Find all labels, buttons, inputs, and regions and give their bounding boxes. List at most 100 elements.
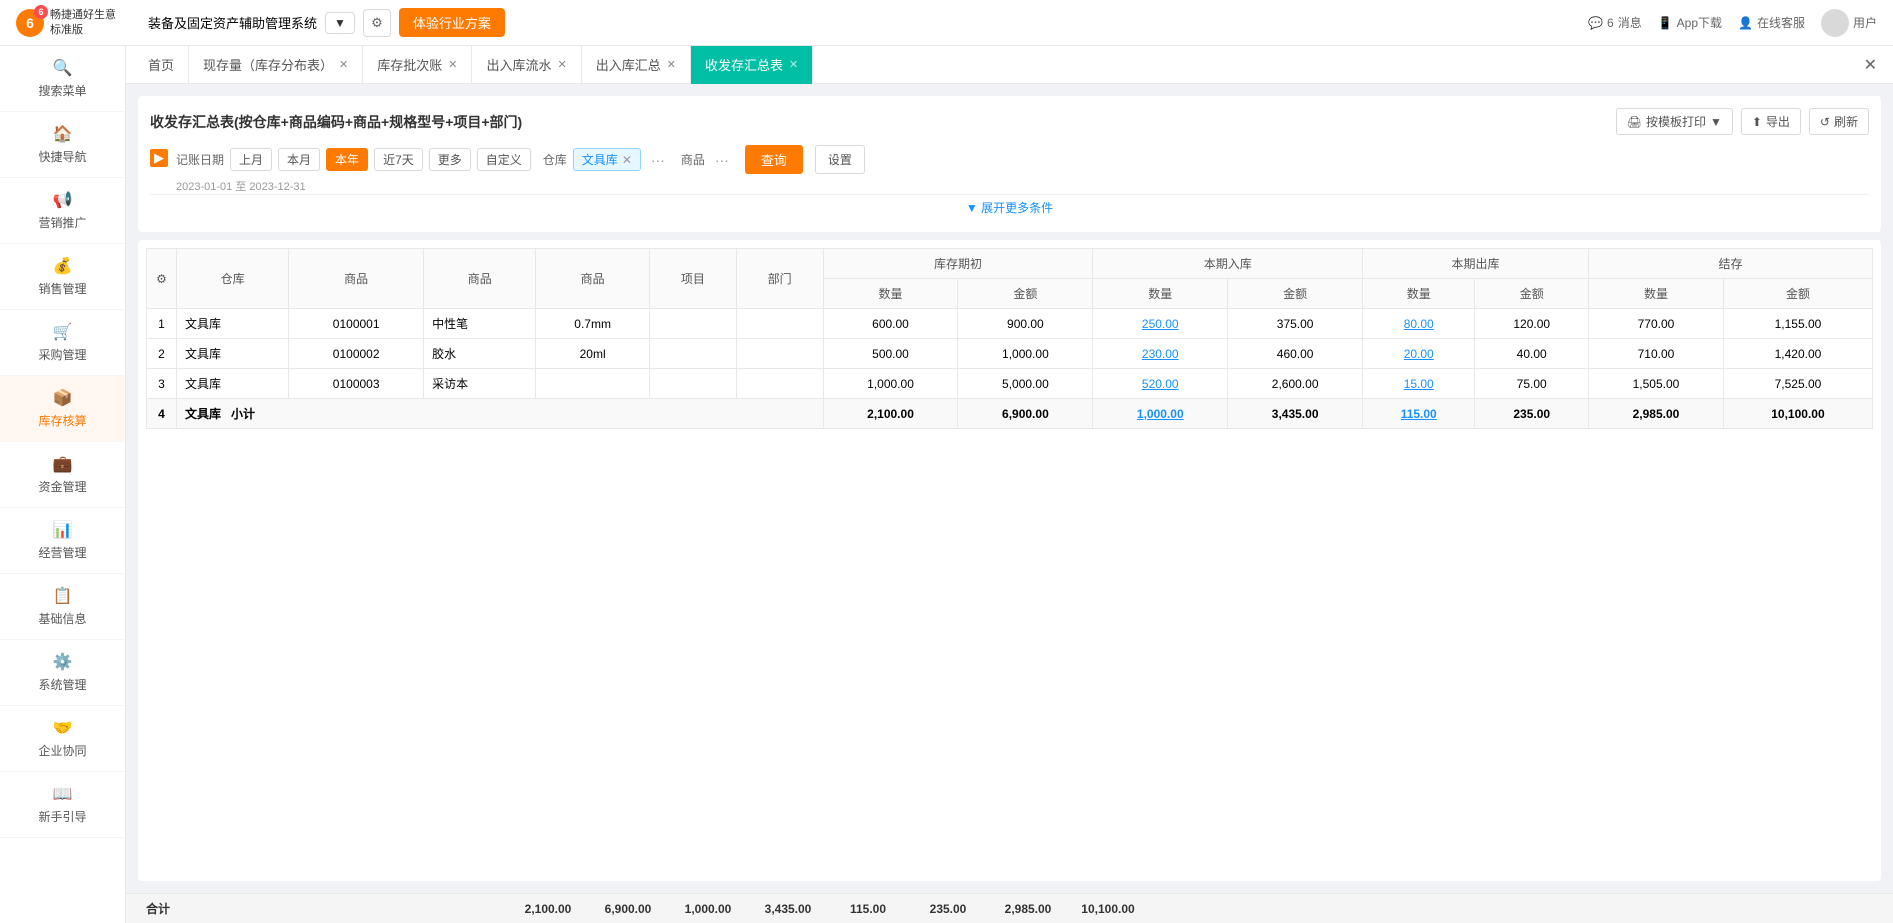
tab-summary-close[interactable]: ✕ [667,58,676,71]
guide-icon: 📖 [53,784,73,804]
th-warehouse: 仓库 [177,249,289,309]
data-table: ⚙ 仓库 商品 商品 商品 项目 部门 库存期初 本期入库 本期出库 结存 [146,248,1873,429]
cell-in-qty[interactable]: 250.00 [1093,309,1228,339]
sidebar: 🔍 搜索菜单 🏠 快捷导航 📢 营销推广 💰 销售管理 🛒 采购管理 📦 库存核… [0,46,126,923]
system-select-button[interactable]: ▼ [325,12,355,34]
sidebar-item-cooperation[interactable]: 🤝 企业协同 [0,706,125,772]
sidebar-item-finance[interactable]: 💼 资金管理 [0,442,125,508]
date-more[interactable]: 更多 [429,148,471,171]
cell-seq: 3 [147,369,177,399]
user-avatar [1821,9,1849,37]
logo-title-line2: 标准版 [50,23,116,37]
subtotal-seq: 4 [147,399,177,429]
online-service-button[interactable]: 👤 在线客服 [1738,14,1805,31]
subtotal-in-amt: 3,435.00 [1228,399,1363,429]
system-title-area: 装备及固定资产辅助管理系统 ▼ ⚙ 体验行业方案 [148,8,1576,37]
cell-spec: 0.7mm [536,309,650,339]
date-this-year[interactable]: 本年 [326,148,368,171]
query-button[interactable]: 查询 [745,145,803,174]
sidebar-item-purchase[interactable]: 🛒 采购管理 [0,310,125,376]
tab-home[interactable]: 首页 [134,46,189,84]
sidebar-item-system[interactable]: ⚙️ 系统管理 [0,640,125,706]
cell-warehouse: 文具库 [177,369,289,399]
goods-dots-button[interactable]: ··· [711,152,733,168]
tab-batch-close[interactable]: ✕ [448,58,457,71]
cell-code: 0100002 [289,339,424,369]
cell-out-qty[interactable]: 20.00 [1363,339,1475,369]
tab-summary[interactable]: 出入库汇总 ✕ [582,46,691,84]
user-label: 用户 [1853,14,1877,31]
cell-in-qty[interactable]: 230.00 [1093,339,1228,369]
cell-seq: 1 [147,309,177,339]
subtotal-label: 文具库 小计 [177,399,824,429]
summary-in-amt: 3,435.00 [748,902,828,916]
logo-number: 6 [26,15,34,31]
subtotal-out-qty[interactable]: 115.00 [1363,399,1475,429]
notification-count: 6 [1607,16,1614,30]
tabs-close-all-button[interactable]: ✕ [1856,51,1885,79]
user-menu-button[interactable]: 用户 [1821,9,1877,37]
tab-flow-close[interactable]: ✕ [558,58,567,71]
sidebar-item-marketing[interactable]: 📢 营销推广 [0,178,125,244]
warehouse-label: 仓库 [543,151,567,168]
cell-out-amt: 120.00 [1475,309,1589,339]
settings-gear-button[interactable]: ⚙ [363,9,391,37]
cell-code: 0100003 [289,369,424,399]
summary-in-qty: 1,000.00 [668,902,748,916]
th-opening-qty: 数量 [823,279,958,309]
cell-in-qty[interactable]: 520.00 [1093,369,1228,399]
cell-opening-amt: 1,000.00 [958,339,1093,369]
tab-recv-send-close[interactable]: ✕ [789,58,798,71]
app-logo-icon: 6 6 [16,9,44,37]
sidebar-item-guide[interactable]: 📖 新手引导 [0,772,125,838]
th-opening-amt: 金额 [958,279,1093,309]
subtotal-opening-amt: 6,900.00 [958,399,1093,429]
cell-dept [736,339,823,369]
settings-button[interactable]: 设置 [815,145,865,174]
warehouse-dots-button[interactable]: ··· [647,152,669,168]
cell-out-amt: 40.00 [1475,339,1589,369]
sidebar-item-search[interactable]: 🔍 搜索菜单 [0,46,125,112]
cell-out-qty[interactable]: 15.00 [1363,369,1475,399]
th-settings[interactable]: ⚙ [147,249,177,309]
cell-project [649,309,736,339]
refresh-button[interactable]: ↺ 刷新 [1809,108,1869,135]
sidebar-item-inventory[interactable]: 📦 库存核算 [0,376,125,442]
date-this-month[interactable]: 本月 [278,148,320,171]
trial-button[interactable]: 体验行业方案 [399,8,505,37]
cell-name: 中性笔 [424,309,536,339]
cell-balance-qty: 770.00 [1589,309,1724,339]
subtotal-balance-amt: 10,100.00 [1723,399,1872,429]
th-code: 商品 [289,249,424,309]
tab-stock-dist[interactable]: 现存量（库存分布表） ✕ [189,46,363,84]
date-last-month[interactable]: 上月 [230,148,272,171]
app-download-button[interactable]: 📱 App下载 [1658,14,1722,31]
subtotal-in-qty[interactable]: 1,000.00 [1093,399,1228,429]
summary-opening-amt: 6,900.00 [588,902,668,916]
sidebar-item-quick[interactable]: 🏠 快捷导航 [0,112,125,178]
warehouse-tag-text: 文具库 [582,151,618,168]
date-7days[interactable]: 近7天 [374,148,423,171]
sidebar-item-sales[interactable]: 💰 销售管理 [0,244,125,310]
th-balance-amt: 金额 [1723,279,1872,309]
filter-collapse-button[interactable]: ▶ [150,149,168,167]
th-out: 本期出库 [1363,249,1589,279]
sidebar-item-basic[interactable]: 📋 基础信息 [0,574,125,640]
tab-recv-send[interactable]: 收发存汇总表 ✕ [691,46,813,84]
home-icon: 🏠 [53,124,73,144]
date-custom[interactable]: 自定义 [477,148,531,171]
tab-flow[interactable]: 出入库流水 ✕ [472,46,581,84]
cell-out-qty[interactable]: 80.00 [1363,309,1475,339]
export-button[interactable]: ⬆ 导出 [1741,108,1801,135]
expand-more-label: 展开更多条件 [981,201,1053,215]
sidebar-item-operations[interactable]: 📊 经营管理 [0,508,125,574]
page-content: 收发存汇总表(按仓库+商品编码+商品+规格型号+项目+部门) 🖨 按模板打印 ▼… [126,84,1893,893]
cell-in-amt: 460.00 [1228,339,1363,369]
tab-stock-dist-close[interactable]: ✕ [339,58,348,71]
cell-balance-amt: 1,155.00 [1723,309,1872,339]
notification-button[interactable]: 💬 6 消息 [1588,14,1642,31]
template-print-button[interactable]: 🖨 按模板打印 ▼ [1616,108,1733,135]
expand-more-button[interactable]: ▼ 展开更多条件 [966,201,1053,215]
tab-batch[interactable]: 库存批次账 ✕ [363,46,472,84]
warehouse-tag-close[interactable]: ✕ [622,153,632,167]
